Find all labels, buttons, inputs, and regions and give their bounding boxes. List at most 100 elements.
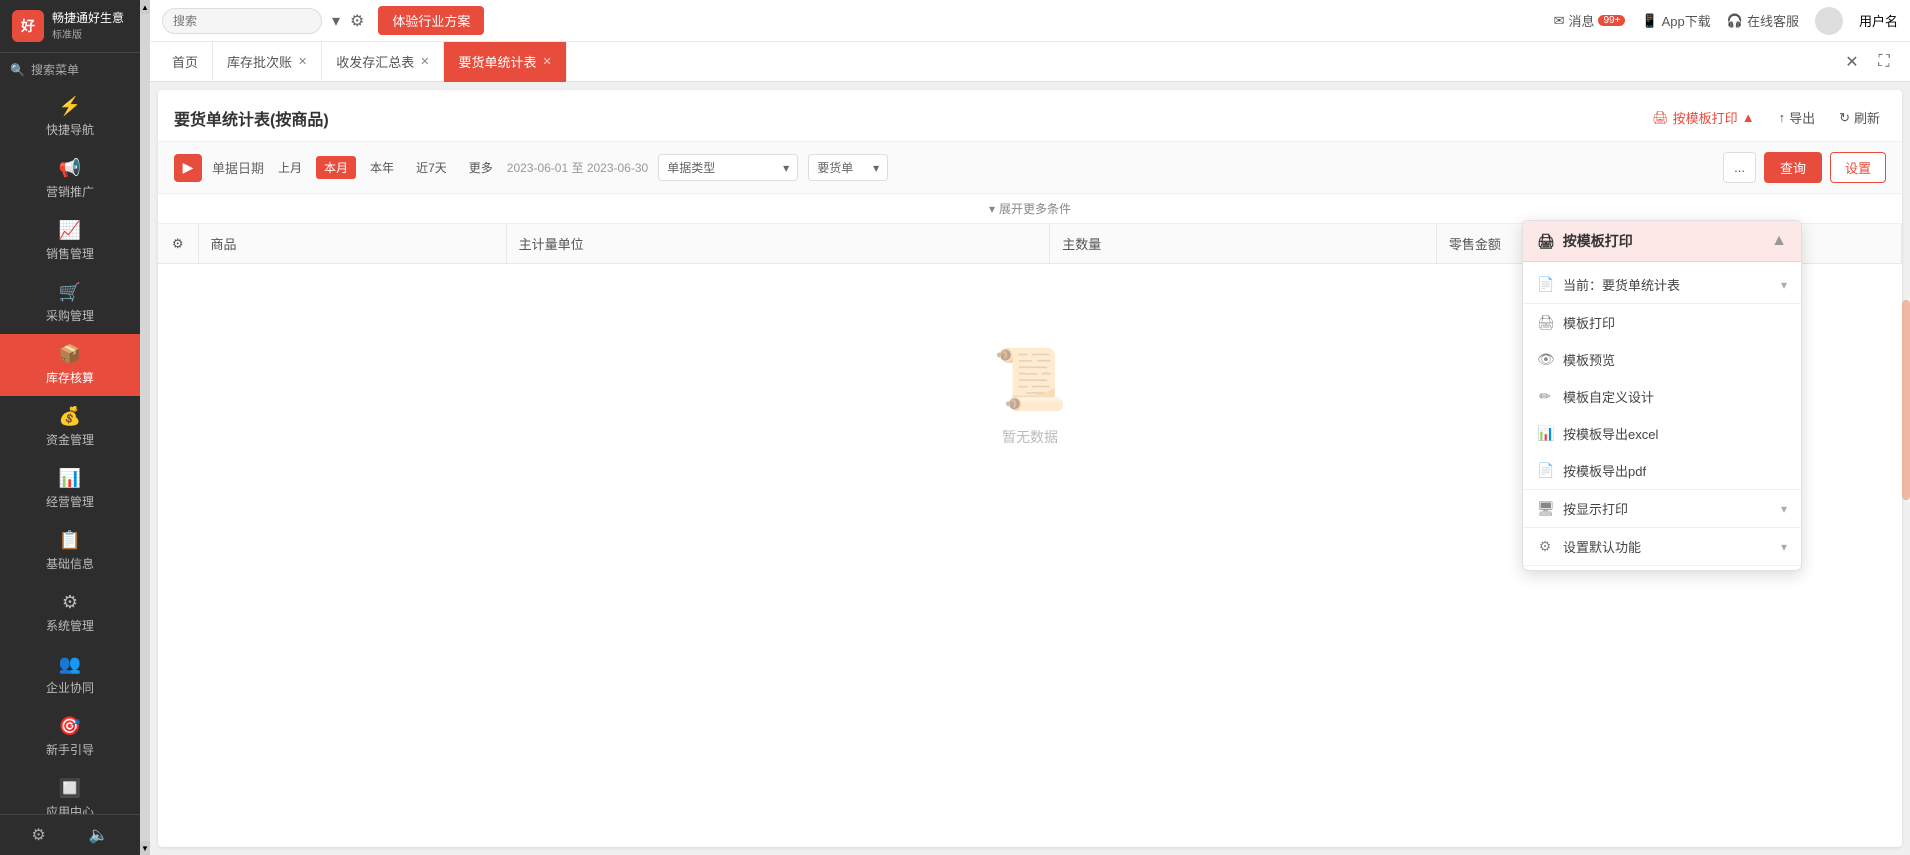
finance-label: 资金管理 <box>46 431 94 448</box>
app-download-btn[interactable]: 📱 App下载 <box>1641 11 1710 30</box>
export-icon: ↑ <box>1779 110 1786 125</box>
settings-icon[interactable]: ⚙ <box>31 825 45 845</box>
message-icon: ✉ <box>1554 13 1565 29</box>
tabs-bar: 首页库存批次账 ✕收发存汇总表 ✕要货单统计表 ✕ ✕ ⛶ <box>150 42 1910 82</box>
print-menu-item-0-0[interactable]: 📄 当前：要货单统计表 ▾ <box>1523 266 1801 303</box>
order-type-arrow-icon: ▾ <box>873 161 879 175</box>
sidebar-item-sales[interactable]: 📈销售管理 <box>0 210 140 272</box>
tab-order-stats[interactable]: 要货单统计表 ✕ <box>444 42 566 82</box>
print-menu-item-1-3[interactable]: 📊 按模板导出excel <box>1523 415 1801 452</box>
col-header-0: ⚙ <box>158 224 198 264</box>
trial-btn[interactable]: 体验行业方案 <box>378 6 484 35</box>
app-download-label: App下载 <box>1662 11 1711 30</box>
online-service-label: 在线客服 <box>1747 11 1799 30</box>
logo-text: 畅捷通好生意 <box>52 11 124 27</box>
filter-toolbar: ▶ 单据日期 上月 本月 本年 近7天 更多 2023-06-01 至 2023… <box>158 142 1902 194</box>
tab-close-inventory-batch[interactable]: ✕ <box>298 55 307 68</box>
sidebar-item-basic[interactable]: 📋基础信息 <box>0 520 140 582</box>
date-7days-btn[interactable]: 近7天 <box>408 156 455 179</box>
messages-btn[interactable]: ✉ 消息 99+ <box>1554 11 1626 30</box>
more-options-btn[interactable]: ... <box>1723 152 1756 183</box>
sidebar-item-system[interactable]: ⚙系统管理 <box>0 582 140 644</box>
date-more-btn[interactable]: 更多 <box>461 156 501 179</box>
header-gear-icon[interactable]: ⚙ <box>350 11 364 31</box>
menu-item-left-1-4: 📄 按模板导出pdf <box>1537 461 1646 480</box>
print-dropdown-panel: 🖨 按模板打印 ▲ 📄 当前：要货单统计表 ▾ 🖨 模板打印 <box>1522 220 1802 571</box>
print-dropdown-close-btn[interactable]: ▲ <box>1771 232 1787 250</box>
order-type-label: 要货单 <box>817 159 853 176</box>
sidebar-item-apps[interactable]: 🔲应用中心 <box>0 768 140 814</box>
sidebar-item-collab[interactable]: 👥企业协同 <box>0 644 140 706</box>
print-menu-item-3-0[interactable]: ⚙ 设置默认功能 ▾ <box>1523 528 1801 565</box>
top-header: ▾ ⚙ 体验行业方案 ✉ 消息 99+ 📱 App下载 🎧 在线客服 用户名 <box>150 0 1910 42</box>
sidebar-item-guide[interactable]: 🎯新手引导 <box>0 706 140 768</box>
user-avatar[interactable] <box>1815 7 1843 35</box>
system-icon: ⚙ <box>62 592 78 613</box>
tabs-right-actions: ✕ ⛶ <box>1838 48 1902 76</box>
tab-receipts-summary[interactable]: 收发存汇总表 ✕ <box>322 42 444 82</box>
settings-col-icon[interactable]: ⚙ <box>172 236 184 251</box>
print-menu-item-1-2[interactable]: ✏ 模板自定义设计 <box>1523 378 1801 415</box>
menu-item-label-2-0: 按显示打印 <box>1563 499 1628 518</box>
inventory-icon: 📦 <box>59 344 81 365</box>
online-service-btn[interactable]: 🎧 在线客服 <box>1727 11 1799 30</box>
refresh-btn[interactable]: ↻ 刷新 <box>1833 104 1886 131</box>
tab-close-receipts-summary[interactable]: ✕ <box>420 55 429 68</box>
printer-icon: 🖨 <box>1652 110 1669 126</box>
print-menu-section-0: 📄 当前：要货单统计表 ▾ <box>1523 266 1801 304</box>
date-current-year-btn[interactable]: 本年 <box>362 156 402 179</box>
refresh-icon: ↻ <box>1839 110 1850 126</box>
print-menu-item-2-0[interactable]: 🖥 按显示打印 ▾ <box>1523 490 1801 527</box>
menu-item-icon-3-0: ⚙ <box>1537 538 1553 555</box>
close-tab-btn[interactable]: ✕ <box>1838 48 1866 76</box>
scroll-up-btn[interactable]: ▲ <box>140 0 150 14</box>
col-header-2: 主计量单位 <box>506 224 1050 264</box>
scroll-down-btn[interactable]: ▼ <box>140 841 150 855</box>
menu-item-icon-1-0: 🖨 <box>1537 314 1553 331</box>
right-scrollbar[interactable] <box>1902 300 1910 500</box>
tab-inventory-batch[interactable]: 库存批次账 ✕ <box>213 42 322 82</box>
sidebar-item-marketing[interactable]: 📢营销推广 <box>0 148 140 210</box>
sidebar-search[interactable]: 🔍 搜索菜单 <box>0 53 140 86</box>
select-arrow-icon: ▾ <box>783 161 789 175</box>
print-menu-item-1-0[interactable]: 🖨 模板打印 <box>1523 304 1801 341</box>
export-btn[interactable]: ↑ 导出 <box>1773 104 1822 131</box>
tab-close-order-stats[interactable]: ✕ <box>543 55 552 68</box>
print-menu-item-1-1[interactable]: 👁 模板预览 <box>1523 341 1801 378</box>
col-header-3: 主数量 <box>1050 224 1437 264</box>
column-settings-btn[interactable]: 设置 <box>1830 152 1886 183</box>
search-icon: 🔍 <box>10 63 25 77</box>
empty-text: 暂无数据 <box>1002 427 1058 447</box>
refresh-label: 刷新 <box>1854 108 1880 127</box>
print-menu-item-1-4[interactable]: 📄 按模板导出pdf <box>1523 452 1801 489</box>
tab-home[interactable]: 首页 <box>158 42 213 82</box>
print-template-btn[interactable]: 🖨 按模板打印 ▲ <box>1646 104 1760 131</box>
date-prev-month-btn[interactable]: 上月 <box>270 156 310 179</box>
menu-item-icon-1-4: 📄 <box>1537 462 1553 479</box>
expand-more-label: 展开更多条件 <box>999 200 1071 217</box>
menu-item-left-1-2: ✏ 模板自定义设计 <box>1537 387 1654 406</box>
query-btn[interactable]: 查询 <box>1764 152 1822 183</box>
menu-item-arrow-3-0: ▾ <box>1781 540 1787 554</box>
sidebar-item-finance[interactable]: 💰资金管理 <box>0 396 140 458</box>
sidebar-item-quick-nav[interactable]: ⚡快捷导航 <box>0 86 140 148</box>
chevron-down-icon: ▾ <box>989 202 995 216</box>
guide-icon: 🎯 <box>59 716 81 737</box>
sidebar-item-inventory[interactable]: 📦库存核算 <box>0 334 140 396</box>
sidebar-item-operation[interactable]: 📊经营管理 <box>0 458 140 520</box>
print-dropdown-title-text: 按模板打印 <box>1563 231 1633 251</box>
maximize-btn[interactable]: ⛶ <box>1870 48 1898 76</box>
print-dropdown-body: 📄 当前：要货单统计表 ▾ 🖨 模板打印 👁 模板预览 ✏ <box>1523 262 1801 570</box>
type-select[interactable]: 单据类型 ▾ <box>658 154 798 181</box>
collab-icon: 👥 <box>59 654 81 675</box>
date-current-month-btn[interactable]: 本月 <box>316 156 356 179</box>
export-label: 导出 <box>1789 108 1815 127</box>
empty-icon: 📜 <box>993 344 1068 415</box>
sidebar-item-purchase[interactable]: 🛒采购管理 <box>0 272 140 334</box>
expand-toggle-btn[interactable]: ▶ <box>174 154 202 182</box>
header-search-input[interactable] <box>162 8 322 34</box>
print-menu-section-2: 🖥 按显示打印 ▾ <box>1523 490 1801 528</box>
dropdown-icon[interactable]: ▾ <box>332 11 340 31</box>
order-type-select[interactable]: 要货单 ▾ <box>808 154 888 181</box>
sound-icon[interactable]: 🔈 <box>89 825 109 845</box>
